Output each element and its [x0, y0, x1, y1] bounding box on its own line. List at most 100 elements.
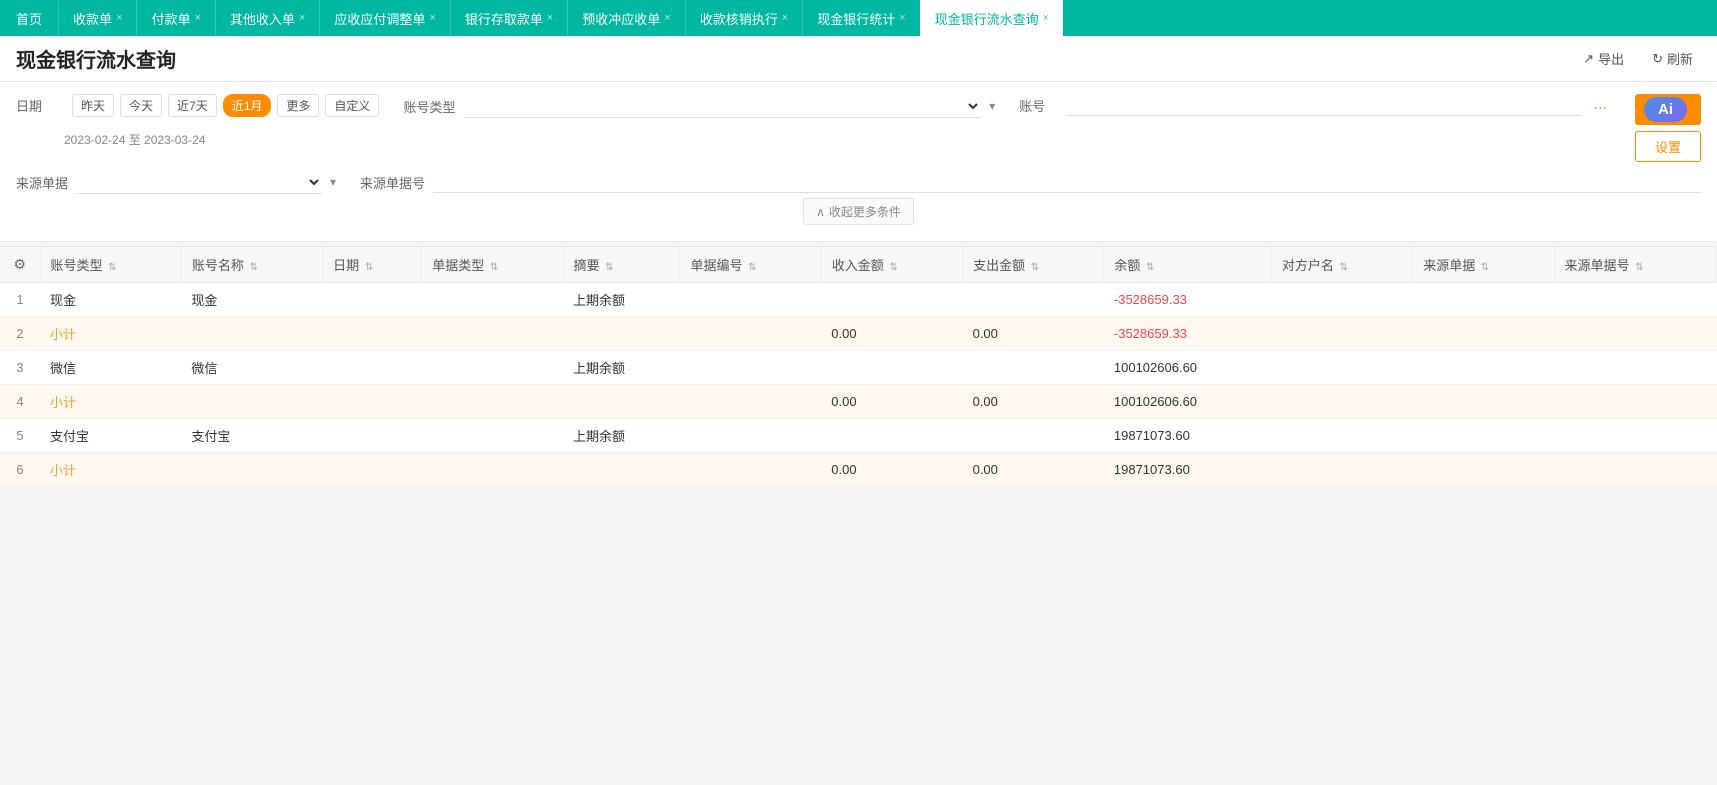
balance-column-header[interactable]: 余额 ⇅ [1104, 247, 1272, 283]
expense-column-header[interactable]: 支出金额 ⇅ [963, 247, 1104, 283]
date-btn-today[interactable]: 今天 [120, 94, 162, 117]
source-doc-column-header[interactable]: 来源单据 ⇅ [1413, 247, 1554, 283]
sort-icon: ⇅ [1146, 262, 1154, 273]
page-header: 现金银行流水查询 ↗ 导出 ↻ 刷新 [0, 36, 1717, 82]
date-btn-yesterday[interactable]: 昨天 [72, 94, 114, 117]
ai-badge[interactable]: Ai [1644, 97, 1687, 122]
refresh-button[interactable]: ↻ 刷新 [1644, 45, 1701, 72]
close-icon[interactable]: × [1043, 12, 1049, 24]
sort-icon: ⇅ [889, 262, 897, 273]
row-doc-type [422, 419, 563, 453]
chevron-down-icon: ▾ [330, 175, 336, 189]
row-account-name: 支付宝 [181, 419, 322, 453]
table-row: 2 小计 0.00 0.00 -3528659.33 [0, 317, 1717, 351]
date-btn-7days[interactable]: 近7天 [168, 94, 217, 117]
nav-tab-xianjin-liushui[interactable]: 现金银行流水查询 × [920, 0, 1063, 36]
date-btn-1month[interactable]: 近1月 [223, 94, 272, 117]
row-summary: 上期余额 [563, 419, 680, 453]
top-nav: 首页 收款单 × 付款单 × 其他收入单 × 应收应付调整单 × 银行存取款单 … [0, 0, 1717, 36]
row-summary [563, 317, 680, 351]
row-counterparty [1271, 419, 1412, 453]
nav-tab-fukuan[interactable]: 付款单 × [136, 0, 214, 36]
account-filter: 账号 ... [1019, 94, 1611, 116]
source-doc-no-filter: 来源单据号 [360, 171, 1701, 193]
nav-home[interactable]: 首页 [0, 0, 58, 36]
gear-column-header[interactable]: ⚙ [0, 247, 40, 283]
date-btn-custom[interactable]: 自定义 [325, 94, 379, 117]
row-summary [563, 453, 680, 487]
nav-tab-qitashouru[interactable]: 其他收入单 × [215, 0, 319, 36]
close-icon[interactable]: × [782, 12, 788, 24]
row-source-doc [1413, 351, 1554, 385]
nav-tab-shoudan[interactable]: 收款单 × [58, 0, 136, 36]
sort-icon: ⇅ [1481, 262, 1489, 273]
nav-tab-yingshouyingfu[interactable]: 应收应付调整单 × [319, 0, 449, 36]
row-expense: 0.00 [963, 453, 1104, 487]
sort-icon: ⇅ [490, 262, 498, 273]
sort-icon: ⇅ [108, 262, 116, 273]
row-income [821, 419, 962, 453]
doc-type-column-header[interactable]: 单据类型 ⇅ [422, 247, 563, 283]
settings-button[interactable]: 设置 [1635, 131, 1701, 162]
income-column-header[interactable]: 收入金额 ⇅ [821, 247, 962, 283]
summary-column-header[interactable]: 摘要 ⇅ [563, 247, 680, 283]
refresh-icon: ↻ [1652, 51, 1663, 67]
export-icon: ↗ [1583, 51, 1594, 67]
row-doc-type [422, 317, 563, 351]
account-type-select[interactable] [463, 94, 981, 118]
account-input[interactable] [1067, 94, 1581, 116]
row-no: 5 [0, 419, 40, 453]
row-account-type: 微信 [40, 351, 181, 385]
source-doc-no-input[interactable] [433, 171, 1701, 193]
date-range-display: 2023-02-24 至 2023-03-24 [16, 131, 379, 148]
table-row: 1 现金 现金 上期余额 -3528659.33 [0, 283, 1717, 317]
more-options-button[interactable]: ... [1590, 96, 1611, 114]
row-account-type: 小计 [40, 317, 181, 351]
subtotal-label: 小计 [50, 395, 76, 410]
chevron-down-icon: ▾ [989, 99, 995, 113]
nav-tab-yushouchong[interactable]: 预收冲应收单 × [567, 0, 684, 36]
sort-icon: ⇅ [1031, 262, 1039, 273]
row-date [323, 317, 422, 351]
nav-tab-yinhangcunqu[interactable]: 银行存取款单 × [450, 0, 567, 36]
row-balance: 100102606.60 [1104, 351, 1272, 385]
row-expense: 0.00 [963, 317, 1104, 351]
close-icon[interactable]: × [299, 12, 305, 24]
table-container: ⚙ 账号类型 ⇅ 账号名称 ⇅ 日期 ⇅ 单据类型 ⇅ [0, 246, 1717, 487]
close-icon[interactable]: × [116, 12, 122, 24]
gear-icon[interactable]: ⚙ [13, 256, 26, 272]
row-expense [963, 283, 1104, 317]
row-account-name [181, 385, 322, 419]
close-icon[interactable]: × [194, 12, 200, 24]
close-icon[interactable]: × [664, 12, 670, 24]
row-source-doc [1413, 317, 1554, 351]
date-btn-more[interactable]: 更多 [277, 94, 319, 117]
close-icon[interactable]: × [547, 12, 553, 24]
date-options: 昨天 今天 近7天 近1月 更多 自定义 [72, 94, 379, 117]
row-doc-no [680, 385, 821, 419]
row-source-doc-no [1554, 385, 1716, 419]
row-source-doc [1413, 453, 1554, 487]
nav-tab-shoukaun-hexiao[interactable]: 收款核销执行 × [685, 0, 802, 36]
account-type-label: 账号类型 [403, 97, 455, 116]
nav-tab-xianjin-tongji[interactable]: 现金银行统计 × [802, 0, 919, 36]
date-filter-row: 日期 昨天 今天 近7天 近1月 更多 自定义 [16, 94, 379, 117]
export-button[interactable]: ↗ 导出 [1575, 45, 1632, 72]
table-header-row: ⚙ 账号类型 ⇅ 账号名称 ⇅ 日期 ⇅ 单据类型 ⇅ [0, 247, 1717, 283]
row-doc-type [422, 385, 563, 419]
row-account-type: 小计 [40, 385, 181, 419]
source-doc-select[interactable] [76, 170, 322, 194]
source-doc-no-column-header[interactable]: 来源单据号 ⇅ [1554, 247, 1716, 283]
date-column-header[interactable]: 日期 ⇅ [323, 247, 422, 283]
row-no: 2 [0, 317, 40, 351]
close-icon[interactable]: × [429, 12, 435, 24]
doc-no-column-header[interactable]: 单据编号 ⇅ [680, 247, 821, 283]
collapse-button[interactable]: ∧ 收起更多条件 [803, 198, 914, 225]
account-name-column-header[interactable]: 账号名称 ⇅ [181, 247, 322, 283]
account-type-column-header[interactable]: 账号类型 ⇅ [40, 247, 181, 283]
filter-area: 日期 昨天 今天 近7天 近1月 更多 自定义 2023-02-24 至 202… [0, 82, 1717, 242]
row-source-doc-no [1554, 283, 1716, 317]
row-income: 0.00 [821, 453, 962, 487]
close-icon[interactable]: × [899, 12, 905, 24]
counterparty-column-header[interactable]: 对方户名 ⇅ [1271, 247, 1412, 283]
